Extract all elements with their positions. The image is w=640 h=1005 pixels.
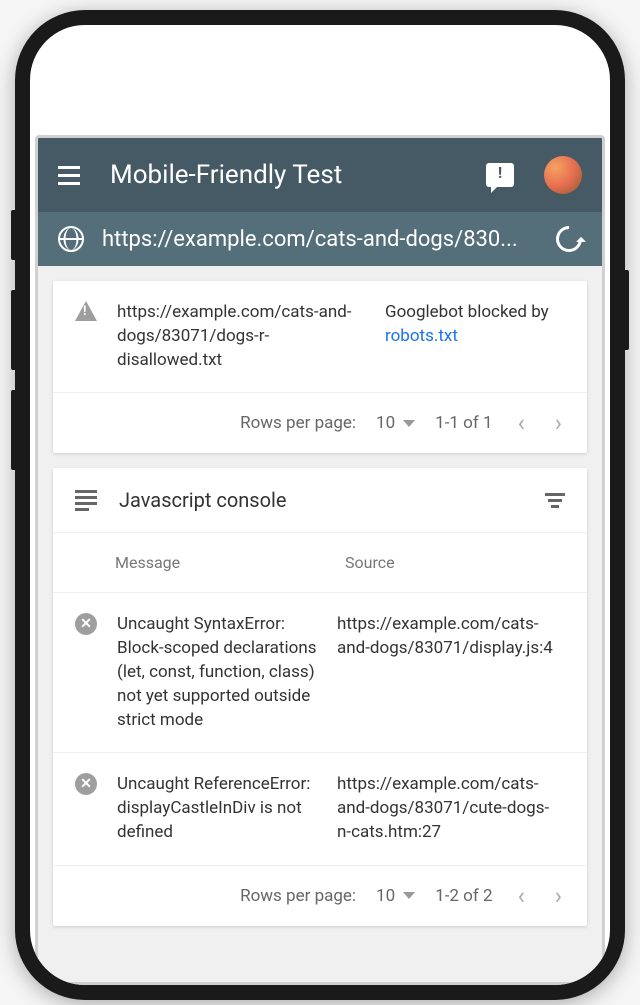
phone-frame: Mobile-Friendly Test https://example.com… xyxy=(15,10,625,1000)
console-source: https://example.com/cats-and-dogs/83071/… xyxy=(337,773,557,844)
resource-status: Googlebot blocked by robots.txt xyxy=(385,301,565,372)
prev-page-button[interactable]: ‹ xyxy=(513,409,530,437)
error-icon: ✕ xyxy=(75,773,97,844)
column-header-source: Source xyxy=(345,553,565,572)
section-title: Javascript console xyxy=(119,488,523,512)
warning-icon xyxy=(75,301,97,372)
rows-per-page-label: Rows per page: xyxy=(240,413,356,433)
section-header: Javascript console xyxy=(53,468,587,533)
app-viewport: Mobile-Friendly Test https://example.com… xyxy=(35,135,605,985)
content-area: https://example.com/cats-and-dogs/83071/… xyxy=(38,281,602,926)
phone-side-button xyxy=(11,390,15,470)
app-header: Mobile-Friendly Test https://example.com… xyxy=(38,138,602,266)
status-text: Googlebot blocked by xyxy=(385,302,549,322)
console-card: Javascript console Message Source ✕ Unc xyxy=(53,468,587,925)
page-title: Mobile-Friendly Test xyxy=(110,160,456,190)
next-page-button[interactable]: › xyxy=(550,882,567,910)
pagination: Rows per page: 10 1-2 of 2 ‹ › xyxy=(53,866,587,926)
error-icon: ✕ xyxy=(75,613,97,732)
globe-icon xyxy=(58,226,84,252)
filter-icon[interactable] xyxy=(545,493,565,508)
table-row: https://example.com/cats-and-dogs/83071/… xyxy=(53,281,587,393)
chevron-down-icon xyxy=(403,420,415,427)
console-message: Uncaught SyntaxError: Block-scoped decla… xyxy=(117,613,317,732)
column-header-message: Message xyxy=(115,553,325,572)
chevron-down-icon xyxy=(403,892,415,899)
phone-side-button xyxy=(625,270,629,350)
url-bar: https://example.com/cats-and-dogs/830... xyxy=(38,212,602,266)
rows-per-page-select[interactable]: 10 xyxy=(376,413,415,433)
robots-link[interactable]: robots.txt xyxy=(385,326,458,346)
phone-side-button xyxy=(11,290,15,370)
resources-card: https://example.com/cats-and-dogs/83071/… xyxy=(53,281,587,453)
pagination: Rows per page: 10 1-1 of 1 ‹ › xyxy=(53,393,587,453)
rows-per-page-value: 10 xyxy=(376,413,395,433)
console-message: Uncaught ReferenceError: displayCastleIn… xyxy=(117,773,317,844)
phone-screen: Mobile-Friendly Test https://example.com… xyxy=(30,25,610,985)
table-row: ✕ Uncaught SyntaxError: Block-scoped dec… xyxy=(53,593,587,753)
menu-icon[interactable] xyxy=(58,166,80,185)
subject-icon xyxy=(75,490,97,511)
phone-side-button xyxy=(11,210,15,260)
url-input[interactable]: https://example.com/cats-and-dogs/830... xyxy=(102,227,538,252)
table-header: Message Source xyxy=(53,533,587,593)
reload-icon[interactable] xyxy=(551,221,588,258)
page-range: 1-2 of 2 xyxy=(435,886,492,906)
console-source: https://example.com/cats-and-dogs/83071/… xyxy=(337,613,557,732)
rows-per-page-select[interactable]: 10 xyxy=(376,886,415,906)
resource-url: https://example.com/cats-and-dogs/83071/… xyxy=(117,301,365,372)
avatar[interactable] xyxy=(544,156,582,194)
feedback-icon[interactable] xyxy=(486,163,514,187)
page-range: 1-1 of 1 xyxy=(435,413,492,433)
next-page-button[interactable]: › xyxy=(550,409,567,437)
header-top: Mobile-Friendly Test xyxy=(38,138,602,212)
rows-per-page-value: 10 xyxy=(376,886,395,906)
table-row: ✕ Uncaught ReferenceError: displayCastle… xyxy=(53,753,587,865)
rows-per-page-label: Rows per page: xyxy=(240,886,356,906)
prev-page-button[interactable]: ‹ xyxy=(513,882,530,910)
